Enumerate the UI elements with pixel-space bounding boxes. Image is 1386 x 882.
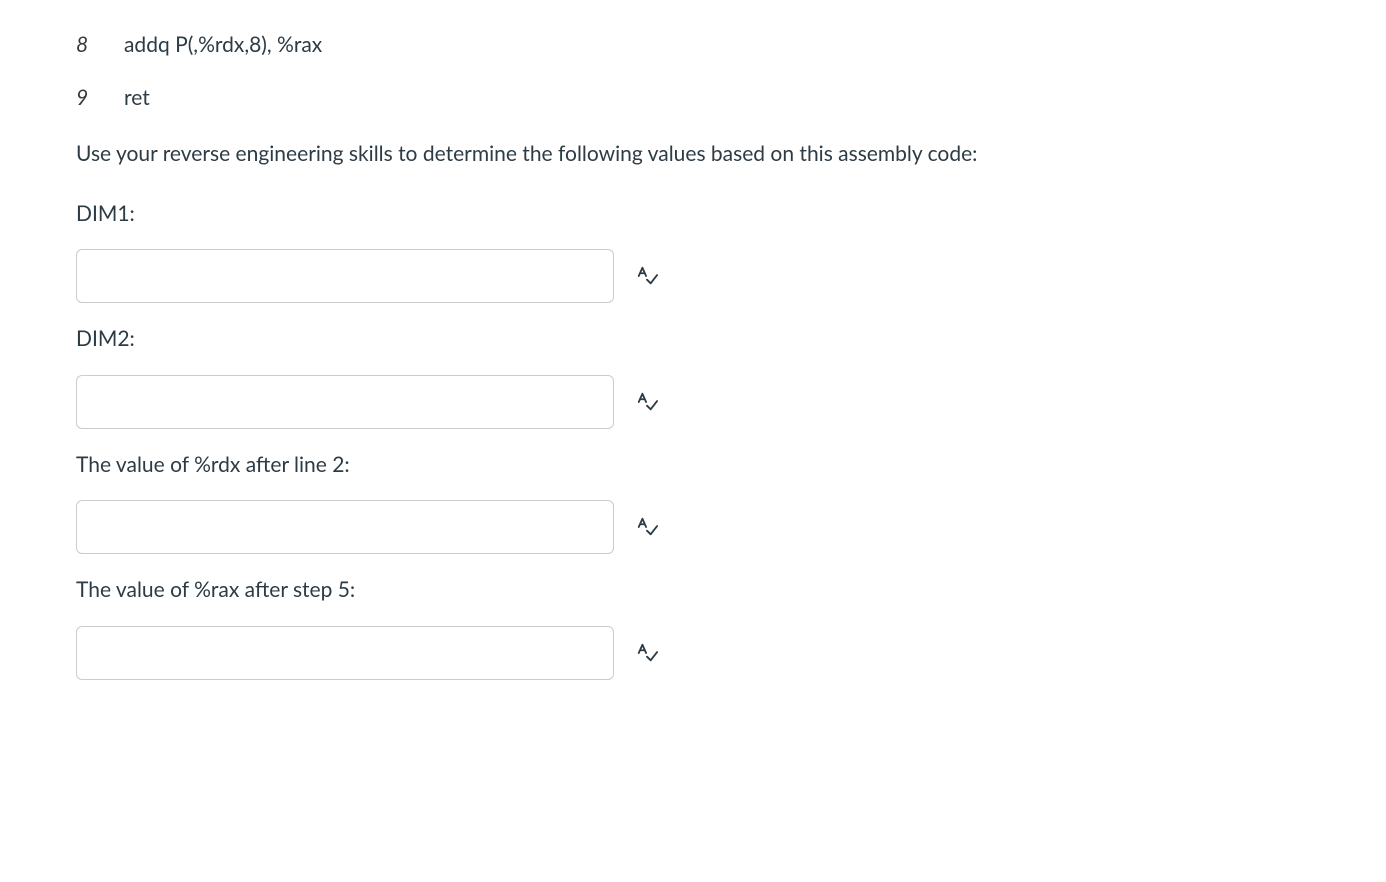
input-row-rax (76, 626, 1310, 680)
input-row-dim2 (76, 375, 1310, 429)
spellcheck-icon[interactable] (636, 642, 658, 664)
line-number: 9 (76, 85, 124, 110)
field-label-rax: The value of %rax after step 5: (76, 574, 1310, 606)
field-label-dim1: DIM1: (76, 198, 1310, 230)
field-label-rdx: The value of %rdx after line 2: (76, 449, 1310, 481)
code-content: addq P(,%rdx,8), %rax (124, 32, 322, 57)
code-content: ret (124, 85, 150, 110)
line-number: 8 (76, 32, 124, 57)
spellcheck-icon[interactable] (636, 391, 658, 413)
dim2-input[interactable] (76, 375, 614, 429)
code-line-9: 9 ret (76, 85, 1310, 110)
rax-input[interactable] (76, 626, 614, 680)
dim1-input[interactable] (76, 249, 614, 303)
code-line-8: 8 addq P(,%rdx,8), %rax (76, 32, 1310, 57)
rdx-input[interactable] (76, 500, 614, 554)
instruction-text: Use your reverse engineering skills to d… (76, 138, 1156, 170)
spellcheck-icon[interactable] (636, 265, 658, 287)
input-row-rdx (76, 500, 1310, 554)
spellcheck-icon[interactable] (636, 516, 658, 538)
field-label-dim2: DIM2: (76, 323, 1310, 355)
input-row-dim1 (76, 249, 1310, 303)
